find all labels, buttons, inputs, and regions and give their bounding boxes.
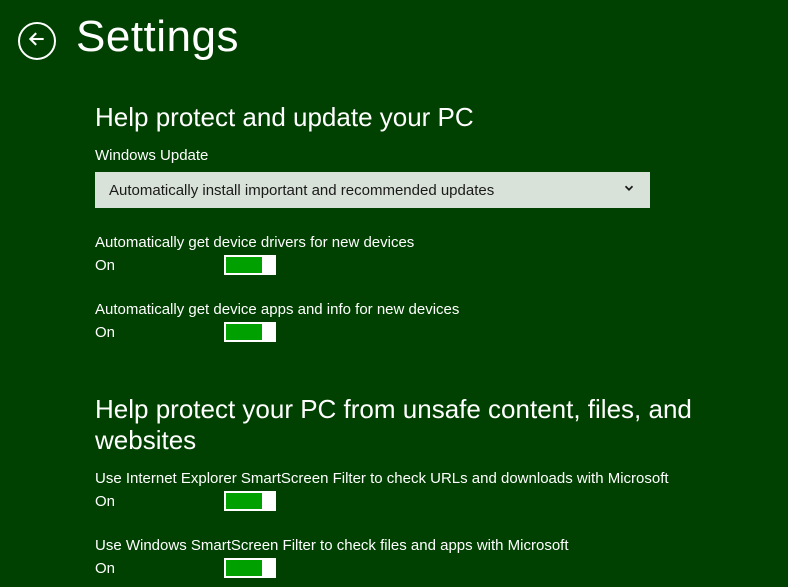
toggle-state-label: On [95,493,119,510]
setting-desc: Automatically get device apps and info f… [95,301,788,318]
toggle-device-drivers[interactable] [224,255,276,275]
toggle-state-label: On [95,560,119,577]
setting-desc: Automatically get device drivers for new… [95,234,788,251]
setting-device-apps: Automatically get device apps and info f… [95,301,788,342]
toggle-thumb [262,560,274,576]
toggle-state-label: On [95,324,119,341]
section-protect: Help protect your PC from unsafe content… [95,394,788,578]
page-title: Settings [76,12,239,62]
toggle-thumb [262,493,274,509]
setting-device-drivers: Automatically get device drivers for new… [95,234,788,275]
setting-desc: Use Windows SmartScreen Filter to check … [95,537,788,554]
section-update: Help protect and update your PC Windows … [95,102,788,342]
arrow-left-icon [27,29,47,54]
setting-desc: Use Internet Explorer SmartScreen Filter… [95,470,788,487]
toggle-thumb [262,324,274,340]
toggle-state-label: On [95,257,119,274]
section-heading-update: Help protect and update your PC [95,102,788,133]
section-heading-protect: Help protect your PC from unsafe content… [95,394,788,456]
toggle-ie-smartscreen[interactable] [224,491,276,511]
windows-update-dropdown[interactable]: Automatically install important and reco… [95,172,650,208]
toggle-windows-smartscreen[interactable] [224,558,276,578]
header: Settings [0,0,788,62]
setting-windows-smartscreen: Use Windows SmartScreen Filter to check … [95,537,788,578]
chevron-down-icon [622,181,636,199]
back-button[interactable] [18,22,56,60]
dropdown-selected-value: Automatically install important and reco… [109,182,494,199]
content-area: Help protect and update your PC Windows … [0,62,788,578]
toggle-device-apps[interactable] [224,322,276,342]
windows-update-label: Windows Update [95,147,788,164]
setting-ie-smartscreen: Use Internet Explorer SmartScreen Filter… [95,470,788,511]
toggle-thumb [262,257,274,273]
